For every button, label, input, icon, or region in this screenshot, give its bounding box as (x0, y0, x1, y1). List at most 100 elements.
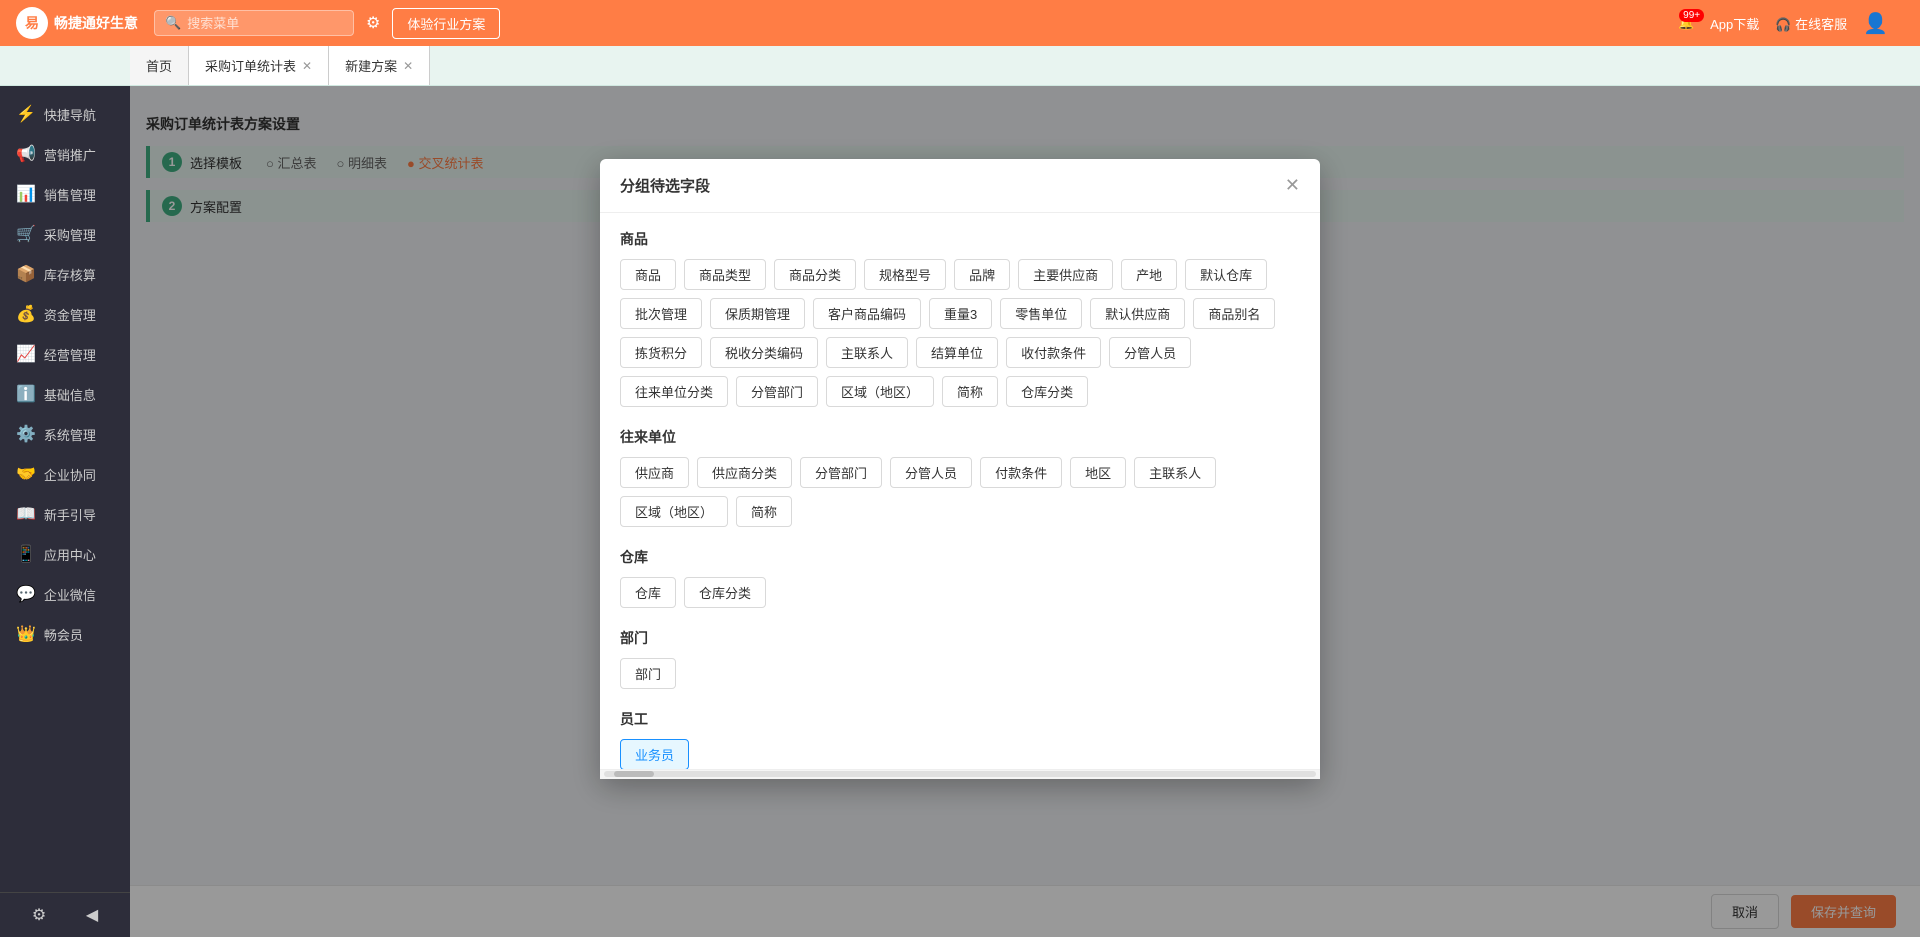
field-tag[interactable]: 主联系人 (1134, 457, 1216, 488)
top-header: 易 畅捷通好生意 🔍 ⚙ 体验行业方案 🔔 99+ App下载 🎧 在线客服 👤 (0, 0, 1920, 46)
sidebar-item-guide[interactable]: 📖 新手引导 (0, 494, 130, 534)
sidebar-item-member[interactable]: 👑 畅会员 (0, 614, 130, 654)
sidebar-item-sales[interactable]: 📊 销售管理 (0, 174, 130, 214)
field-tag[interactable]: 商品 (620, 259, 676, 290)
sidebar-item-system[interactable]: ⚙️ 系统管理 (0, 414, 130, 454)
field-tag[interactable]: 简称 (736, 496, 792, 527)
online-service-link[interactable]: 🎧 在线客服 (1775, 14, 1847, 33)
logo-area: 易 畅捷通好生意 (16, 7, 146, 39)
sidebar-basic-label: 基础信息 (44, 385, 96, 404)
tab-home[interactable]: 首页 (130, 46, 189, 85)
field-tag[interactable]: 主要供应商 (1018, 259, 1113, 290)
field-tag[interactable]: 分管部门 (736, 376, 818, 407)
app-download-link[interactable]: App下载 (1710, 14, 1759, 33)
field-tag[interactable]: 保质期管理 (710, 298, 805, 329)
field-tag[interactable]: 拣货积分 (620, 337, 702, 368)
collab-icon: 🤝 (16, 464, 36, 484)
field-tag[interactable]: 商品分类 (774, 259, 856, 290)
sidebar-item-app-center[interactable]: 📱 应用中心 (0, 534, 130, 574)
section-warehouse: 仓库 仓库仓库分类 (620, 547, 1300, 608)
sidebar-system-label: 系统管理 (44, 425, 96, 444)
tab-new-label: 新建方案 (345, 56, 397, 75)
sidebar-member-label: 畅会员 (44, 625, 83, 644)
sidebar-item-wechat[interactable]: 💬 企业微信 (0, 574, 130, 614)
sidebar-collapse-icon[interactable]: ◀ (86, 905, 98, 925)
trial-btn[interactable]: 体验行业方案 (392, 8, 500, 39)
sidebar-operations-label: 经营管理 (44, 345, 96, 364)
sales-icon: 📊 (16, 184, 36, 204)
field-tag[interactable]: 仓库分类 (1006, 376, 1088, 407)
field-tag[interactable]: 品牌 (954, 259, 1010, 290)
section-partner: 往来单位 供应商供应商分类分管部门分管人员付款条件地区主联系人区域（地区）简称 (620, 427, 1300, 527)
sidebar-collab-label: 企业协同 (44, 465, 96, 484)
settings-btn[interactable]: ⚙ (366, 13, 380, 33)
field-tag[interactable]: 分管人员 (890, 457, 972, 488)
modal-hscrollbar[interactable] (600, 769, 1320, 779)
sidebar-wechat-label: 企业微信 (44, 585, 96, 604)
field-tag[interactable]: 收付款条件 (1006, 337, 1101, 368)
field-tag[interactable]: 分管部门 (800, 457, 882, 488)
field-tag[interactable]: 仓库分类 (684, 577, 766, 608)
headset-icon: 🎧 (1775, 17, 1795, 32)
field-tag[interactable]: 往来单位分类 (620, 376, 728, 407)
sidebar-item-quicknav[interactable]: ⚡ 快捷导航 (0, 94, 130, 134)
field-tag[interactable]: 分管人员 (1109, 337, 1191, 368)
field-tag[interactable]: 地区 (1070, 457, 1126, 488)
system-icon: ⚙️ (16, 424, 36, 444)
section-warehouse-title: 仓库 (620, 547, 1300, 567)
finance-icon: 💰 (16, 304, 36, 324)
tab-purchase-stats[interactable]: 采购订单统计表 ✕ (189, 46, 329, 85)
field-tag[interactable]: 仓库 (620, 577, 676, 608)
section-department-title: 部门 (620, 628, 1300, 648)
field-tag[interactable]: 付款条件 (980, 457, 1062, 488)
app-name: 畅捷通好生意 (54, 13, 138, 33)
sidebar-item-purchase[interactable]: 🛒 采购管理 (0, 214, 130, 254)
field-tag[interactable]: 供应商 (620, 457, 689, 488)
field-tag[interactable]: 部门 (620, 658, 676, 689)
sidebar-item-finance[interactable]: 💰 资金管理 (0, 294, 130, 334)
field-tag[interactable]: 简称 (942, 376, 998, 407)
tab-new-close[interactable]: ✕ (403, 59, 413, 73)
field-tag[interactable]: 区域（地区） (620, 496, 728, 527)
warehouse-field-tags: 仓库仓库分类 (620, 577, 1300, 608)
field-tag[interactable]: 默认供应商 (1090, 298, 1185, 329)
sidebar-item-marketing[interactable]: 📢 营销推广 (0, 134, 130, 174)
field-tag[interactable]: 商品类型 (684, 259, 766, 290)
sidebar-inventory-label: 库存核算 (44, 265, 96, 284)
sidebar-item-inventory[interactable]: 📦 库存核算 (0, 254, 130, 294)
notification-badge: 99+ (1679, 9, 1704, 22)
field-tag[interactable]: 区域（地区） (826, 376, 934, 407)
field-tag[interactable]: 结算单位 (916, 337, 998, 368)
wechat-icon: 💬 (16, 584, 36, 604)
header-search-box[interactable]: 🔍 (154, 10, 354, 36)
field-tag[interactable]: 业务员 (620, 739, 689, 769)
sidebar-bottom: ⚙ ◀ (0, 892, 130, 937)
app-center-icon: 📱 (16, 544, 36, 564)
modal-body[interactable]: 商品 商品商品类型商品分类规格型号品牌主要供应商产地默认仓库批次管理保质期管理客… (600, 213, 1320, 769)
notification-area[interactable]: 🔔 99+ (1678, 15, 1694, 31)
tab-purchase-close[interactable]: ✕ (302, 59, 312, 73)
sidebar-item-collab[interactable]: 🤝 企业协同 (0, 454, 130, 494)
field-tag[interactable]: 商品别名 (1193, 298, 1275, 329)
field-tag[interactable]: 规格型号 (864, 259, 946, 290)
modal-close-btn[interactable]: ✕ (1285, 175, 1300, 196)
avatar[interactable]: 👤 (1863, 11, 1888, 36)
sidebar-app-label: 应用中心 (44, 545, 96, 564)
field-tag[interactable]: 零售单位 (1000, 298, 1082, 329)
sidebar-item-basic-info[interactable]: ℹ️ 基础信息 (0, 374, 130, 414)
field-tag[interactable]: 供应商分类 (697, 457, 792, 488)
field-tag[interactable]: 产地 (1121, 259, 1177, 290)
field-tag[interactable]: 默认仓库 (1185, 259, 1267, 290)
sidebar-item-operations[interactable]: 📈 经营管理 (0, 334, 130, 374)
tab-new-scheme[interactable]: 新建方案 ✕ (329, 46, 430, 85)
modal-title: 分组待选字段 (620, 175, 710, 196)
search-input[interactable] (187, 16, 307, 31)
section-employee: 员工 业务员 (620, 709, 1300, 769)
field-tag[interactable]: 批次管理 (620, 298, 702, 329)
hscroll-thumb[interactable] (614, 771, 654, 777)
field-tag[interactable]: 主联系人 (826, 337, 908, 368)
field-tag[interactable]: 税收分类编码 (710, 337, 818, 368)
field-tag[interactable]: 重量3 (929, 298, 992, 329)
sidebar-settings-icon[interactable]: ⚙ (32, 905, 46, 925)
field-tag[interactable]: 客户商品编码 (813, 298, 921, 329)
